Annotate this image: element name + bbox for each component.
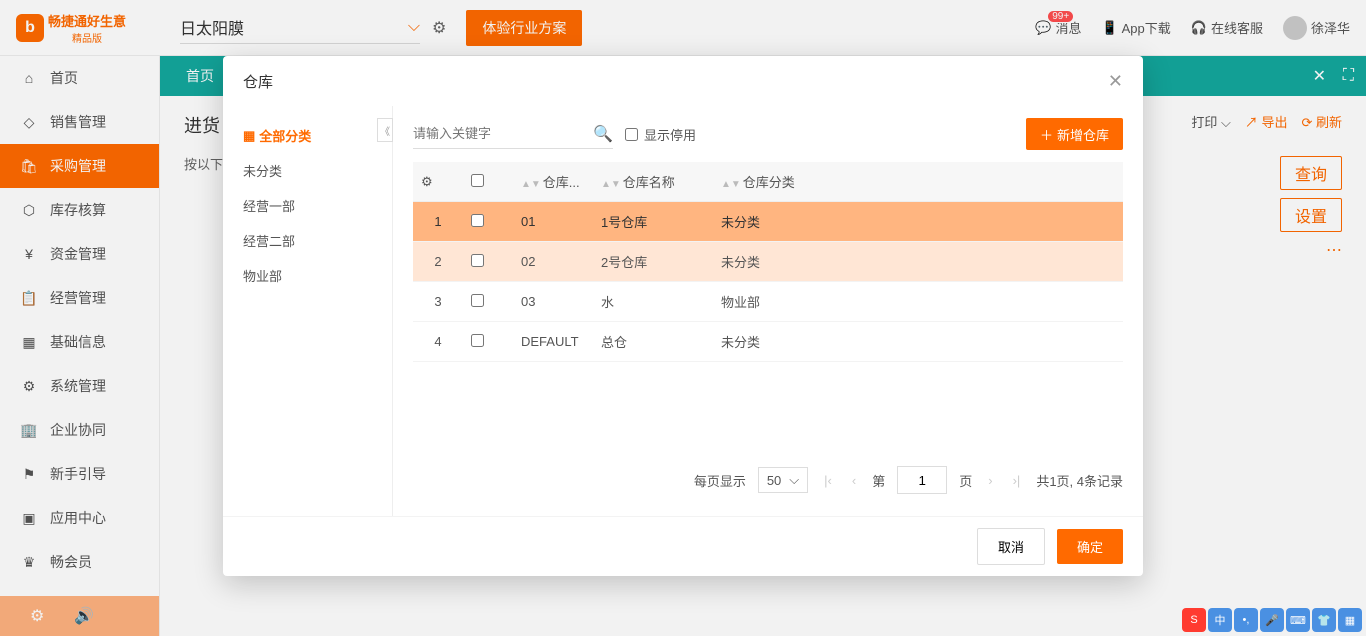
ok-button[interactable]: 确定 [1057, 529, 1123, 564]
modal-close-icon[interactable]: ✕ [1108, 71, 1123, 92]
show-disabled-toggle[interactable]: 显示停用 [625, 125, 696, 144]
category-all[interactable]: ▦全部分类 [223, 118, 392, 153]
ime-toolbar: S 中 •, 🎤 ⌨ 👕 ▦ [1182, 608, 1362, 632]
per-page-label: 每页显示 [694, 471, 746, 490]
col-category[interactable]: ▲▼仓库分类 [713, 162, 1123, 202]
category-sidebar: ▦全部分类 未分类 经营一部 经营二部 物业部 《 [223, 106, 393, 516]
chevron-down-icon: ⌵ [789, 472, 799, 488]
table-row[interactable]: 4DEFAULT总仓未分类 [413, 322, 1123, 362]
table-row[interactable]: 2022号仓库未分类 [413, 242, 1123, 282]
select-all-checkbox[interactable] [471, 174, 484, 187]
modal-backdrop: 仓库 ✕ ▦全部分类 未分类 经营一部 经营二部 物业部 《 🔍 [0, 0, 1366, 636]
category-uncat[interactable]: 未分类 [223, 153, 392, 188]
collapse-sidebar-icon[interactable]: 《 [377, 118, 393, 142]
warehouse-modal: 仓库 ✕ ▦全部分类 未分类 经营一部 经营二部 物业部 《 🔍 [223, 56, 1143, 576]
show-disabled-checkbox[interactable] [625, 128, 638, 141]
page-summary: 共1页, 4条记录 [1036, 471, 1123, 490]
grid-icon: ▦ [243, 128, 255, 144]
row-checkbox[interactable] [471, 294, 484, 307]
ime-mic-icon[interactable]: 🎤 [1260, 608, 1284, 632]
row-checkbox[interactable] [471, 254, 484, 267]
ime-zh-icon[interactable]: 中 [1208, 608, 1232, 632]
search-icon[interactable]: 🔍 [593, 124, 613, 144]
table-settings-icon[interactable]: ⚙ [421, 174, 433, 189]
page-size-select[interactable]: 50⌵ [758, 467, 808, 493]
ime-grid-icon[interactable]: ▦ [1338, 608, 1362, 632]
last-page-icon[interactable]: ›| [1009, 473, 1025, 488]
col-code[interactable]: ▲▼仓库... [513, 162, 593, 202]
category-property[interactable]: 物业部 [223, 258, 392, 293]
page-number-input[interactable] [897, 466, 947, 494]
next-page-icon[interactable]: › [984, 473, 996, 488]
ime-skin-icon[interactable]: 👕 [1312, 608, 1336, 632]
first-page-icon[interactable]: |‹ [820, 473, 836, 488]
table-row[interactable]: 1011号仓库未分类 [413, 202, 1123, 242]
warehouse-table: ⚙ ▲▼仓库... ▲▼仓库名称 ▲▼仓库分类 1011号仓库未分类2022号仓… [413, 162, 1123, 362]
modal-title: 仓库 [243, 71, 273, 92]
search-input[interactable] [413, 126, 593, 141]
row-checkbox[interactable] [471, 214, 484, 227]
ime-punct-icon[interactable]: •, [1234, 608, 1258, 632]
plus-icon: ＋ [1040, 125, 1053, 144]
table-row[interactable]: 303水物业部 [413, 282, 1123, 322]
cancel-button[interactable]: 取消 [977, 528, 1045, 565]
row-checkbox[interactable] [471, 334, 484, 347]
category-dept1[interactable]: 经营一部 [223, 188, 392, 223]
ime-s-icon[interactable]: S [1182, 608, 1206, 632]
add-warehouse-button[interactable]: ＋新增仓库 [1026, 118, 1123, 150]
category-dept2[interactable]: 经营二部 [223, 223, 392, 258]
prev-page-icon[interactable]: ‹ [848, 473, 860, 488]
col-name[interactable]: ▲▼仓库名称 [593, 162, 713, 202]
ime-keyboard-icon[interactable]: ⌨ [1286, 608, 1310, 632]
